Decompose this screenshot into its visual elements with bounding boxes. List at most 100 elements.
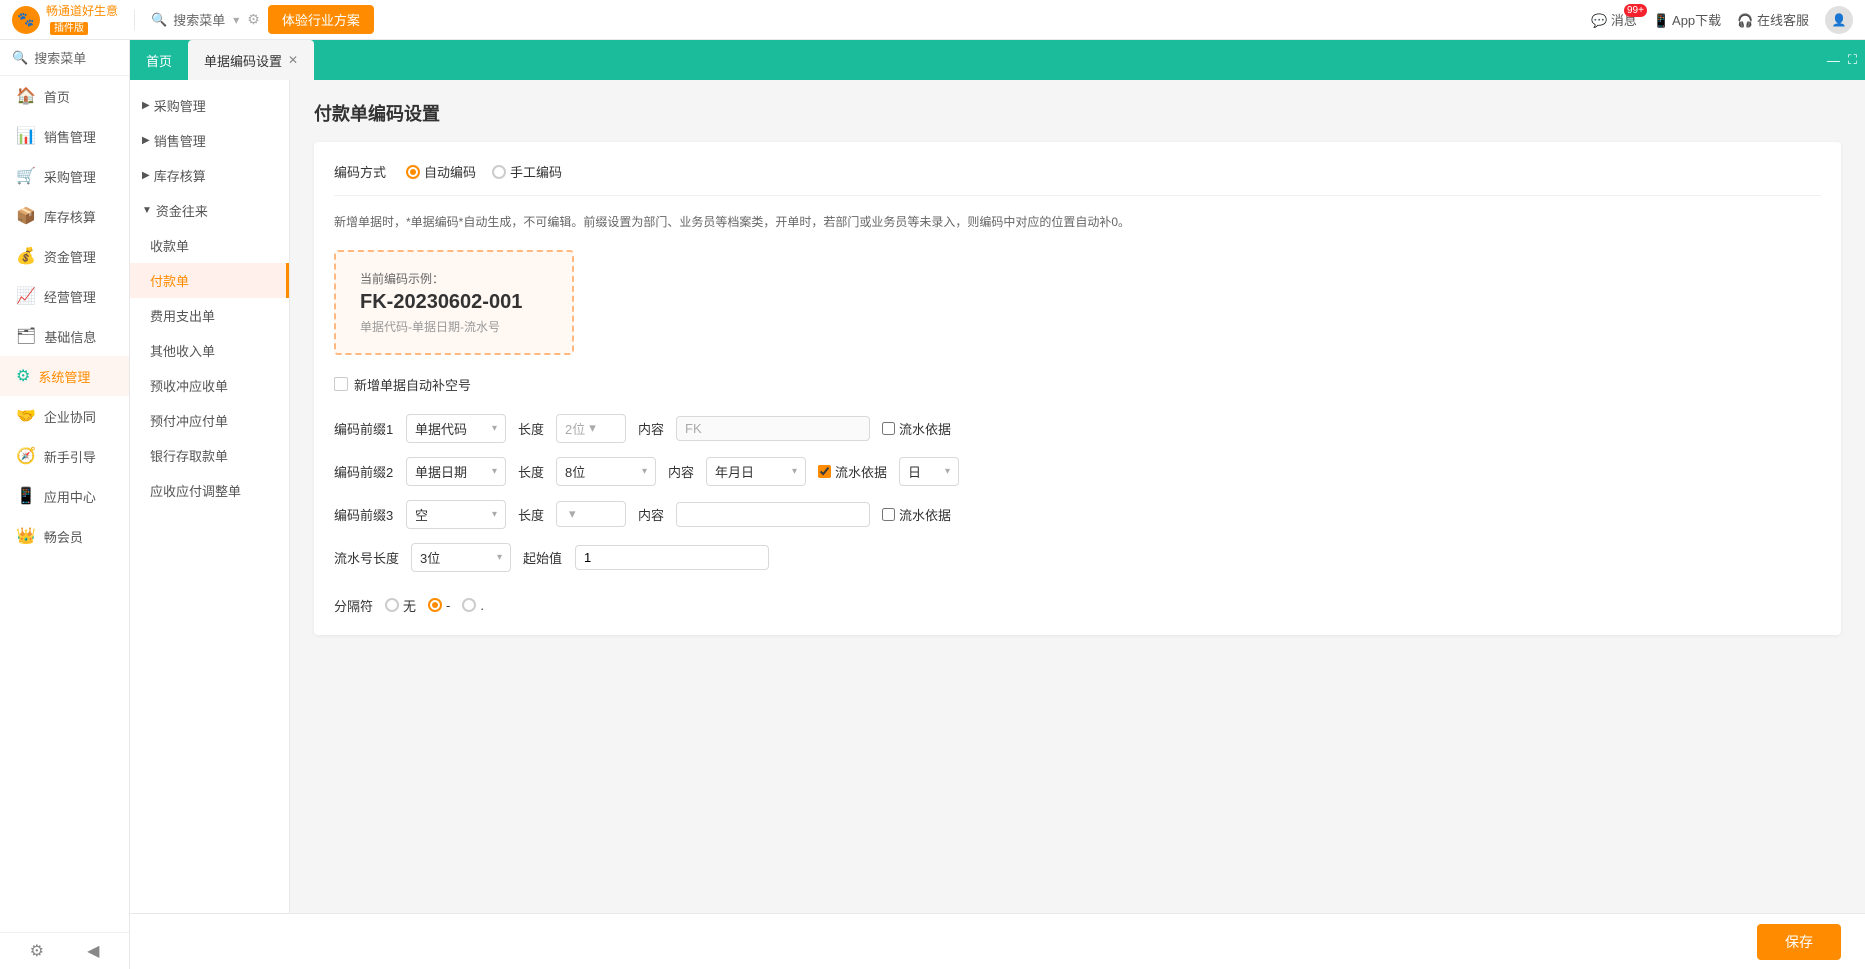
tab-home-label: 首页 (146, 51, 172, 70)
content-area: 首页 单据编码设置 ✕ — ⛶ ▶ 采购管理 ▶ 销售管理 (130, 40, 1865, 969)
group-sales[interactable]: ▶ 销售管理 (130, 123, 289, 158)
search-menu[interactable]: 🔍 搜索菜单 (151, 10, 225, 29)
tab-maximize-icon[interactable]: ⛶ (1848, 52, 1857, 68)
prefix2-content-label: 内容 (668, 462, 694, 481)
tab-document-encoding-label: 单据编码设置 (204, 51, 282, 70)
serial-length-select[interactable]: 3位 ▾ (411, 543, 511, 572)
auto-fill-checkbox[interactable] (334, 377, 348, 391)
sidebar-item-app-center[interactable]: 📱 应用中心 (0, 476, 129, 516)
prefix2-chevron-icon: ▾ (492, 466, 497, 477)
settings-icon[interactable]: ⚙ (247, 11, 260, 28)
sub-item-prepaid-payable[interactable]: 预付冲应付单 (130, 403, 289, 438)
sidebar-item-finance[interactable]: 💰 资金管理 (0, 236, 129, 276)
prefix2-content-select[interactable]: 年月日 ▾ (706, 457, 806, 486)
sidebar-item-label: 采购管理 (44, 167, 96, 186)
prefix2-content-value: 年月日 (715, 462, 754, 481)
arrow-icon: ▶ (142, 135, 150, 146)
prefix1-select[interactable]: 单据代码 ▾ (406, 414, 506, 443)
tab-home[interactable]: 首页 (130, 40, 188, 80)
prefix3-length-select[interactable]: ▾ (556, 501, 626, 527)
form-rows: 编码前缀1 单据代码 ▾ 长度 2位 ▾ 内容 (334, 414, 1821, 615)
main-content: 付款单编码设置 编码方式 自动编码 手工编码 (290, 80, 1865, 913)
sidebar-item-label: 资金管理 (44, 247, 96, 266)
sidebar-item-label: 应用中心 (44, 487, 96, 506)
prefix1-stream-checkbox[interactable] (882, 422, 895, 435)
start-value-input[interactable] (575, 545, 769, 570)
sub-item-receipt[interactable]: 收款单 (130, 228, 289, 263)
message-button[interactable]: 💬 消息 99+ (1591, 10, 1637, 29)
radio-auto-code-dot (406, 165, 420, 179)
prefix2-length-select[interactable]: 8位 ▾ (556, 457, 656, 486)
group-capital[interactable]: ▼ 资金往来 (130, 193, 289, 228)
sidebar-item-enterprise[interactable]: 🤝 企业协同 (0, 396, 129, 436)
sidebar-item-guide[interactable]: 🧭 新手引导 (0, 436, 129, 476)
prefix1-row: 编码前缀1 单据代码 ▾ 长度 2位 ▾ 内容 (334, 414, 1821, 443)
sep-dash-label: - (446, 598, 450, 613)
sep-dash-radio[interactable]: - (428, 598, 450, 613)
arrow-icon: ▶ (142, 100, 150, 111)
sidebar-search[interactable]: 🔍 搜索菜单 (0, 40, 129, 76)
prefix2-length-value: 8位 (565, 462, 585, 481)
tab-minimize-icon[interactable]: — (1827, 53, 1840, 68)
sub-item-adjustment[interactable]: 应收应付调整单 (130, 473, 289, 508)
sub-item-payment[interactable]: 付款单 (130, 263, 289, 298)
prefix1-length-select[interactable]: 2位 ▾ (556, 414, 626, 443)
prefix2-stream-label: 流水依据 (835, 462, 887, 481)
app-download-button[interactable]: 📱 App下载 (1653, 10, 1721, 29)
sidebar-search-label: 搜索菜单 (34, 48, 86, 67)
chevron-down-icon[interactable]: ▾ (233, 13, 239, 27)
bottom-bar: 保存 (130, 913, 1865, 969)
settings-bottom-icon[interactable]: ⚙ (30, 941, 44, 961)
tab-close-icon[interactable]: ✕ (288, 53, 298, 67)
sidebar-item-home[interactable]: 🏠 首页 (0, 76, 129, 116)
sidebar-item-system[interactable]: ⚙ 系统管理 (0, 356, 129, 396)
prefix2-period-select[interactable]: 日 ▾ (899, 457, 959, 486)
sub-item-bank[interactable]: 银行存取款单 (130, 438, 289, 473)
inventory-icon: 📦 (16, 206, 36, 226)
sidebar-item-label: 企业协同 (44, 407, 96, 426)
sidebar-item-operations[interactable]: 📈 经营管理 (0, 276, 129, 316)
prefix2-select[interactable]: 单据日期 ▾ (406, 457, 506, 486)
serial-row: 流水号长度 3位 ▾ 起始值 (334, 543, 1821, 572)
prefix3-chevron-icon: ▾ (492, 509, 497, 520)
sub-item-other-income[interactable]: 其他收入单 (130, 333, 289, 368)
prefix1-content-input[interactable] (676, 416, 870, 441)
headset-icon: 🎧 (1737, 13, 1753, 28)
serial-length-value: 3位 (420, 548, 440, 567)
separator-label: 分隔符 (334, 596, 373, 615)
prefix3-select[interactable]: 空 ▾ (406, 500, 506, 529)
sub-item-prepaid-receivable[interactable]: 预收冲应收单 (130, 368, 289, 403)
separator-row: 分隔符 无 - (334, 596, 1821, 615)
sidebar-item-purchase[interactable]: 🛒 采购管理 (0, 156, 129, 196)
user-avatar[interactable]: 👤 (1825, 6, 1853, 34)
sidebar-item-label: 畅会员 (44, 527, 83, 546)
prefix1-value: 单据代码 (415, 419, 467, 438)
sub-item-expense[interactable]: 费用支出单 (130, 298, 289, 333)
save-button[interactable]: 保存 (1757, 924, 1841, 960)
sidebar-item-label: 销售管理 (44, 127, 96, 146)
sidebar-search-icon: 🔍 (12, 50, 28, 66)
radio-auto-code-label: 自动编码 (424, 162, 476, 181)
prefix2-stream-checkbox[interactable] (818, 465, 831, 478)
online-service-button[interactable]: 🎧 在线客服 (1737, 10, 1809, 29)
sep-none-radio[interactable]: 无 (385, 596, 416, 615)
message-icon: 💬 (1591, 13, 1607, 28)
trial-button[interactable]: 体验行业方案 (268, 5, 374, 34)
collapse-icon[interactable]: ◀ (87, 941, 99, 961)
radio-auto-code[interactable]: 自动编码 (406, 162, 476, 181)
sidebar-item-member[interactable]: 👑 畅会员 (0, 516, 129, 556)
group-sales-label: 销售管理 (154, 131, 206, 150)
finance-icon: 💰 (16, 246, 36, 266)
prefix3-stream-checkbox[interactable] (882, 508, 895, 521)
radio-manual-code[interactable]: 手工编码 (492, 162, 562, 181)
prefix3-content-input[interactable] (676, 502, 870, 527)
sidebar-item-sales[interactable]: 📊 销售管理 (0, 116, 129, 156)
group-purchase[interactable]: ▶ 采购管理 (130, 88, 289, 123)
left-sidebar: 🔍 搜索菜单 🏠 首页 📊 销售管理 🛒 采购管理 📦 库存核算 💰 资金管理 … (0, 40, 130, 969)
group-inventory[interactable]: ▶ 库存核算 (130, 158, 289, 193)
sep-dot-radio[interactable]: . (462, 598, 484, 613)
tab-document-encoding[interactable]: 单据编码设置 ✕ (188, 40, 314, 80)
app-center-icon: 📱 (16, 486, 36, 506)
sidebar-item-basic-info[interactable]: 🗂 基础信息 (0, 316, 129, 356)
sidebar-item-inventory[interactable]: 📦 库存核算 (0, 196, 129, 236)
